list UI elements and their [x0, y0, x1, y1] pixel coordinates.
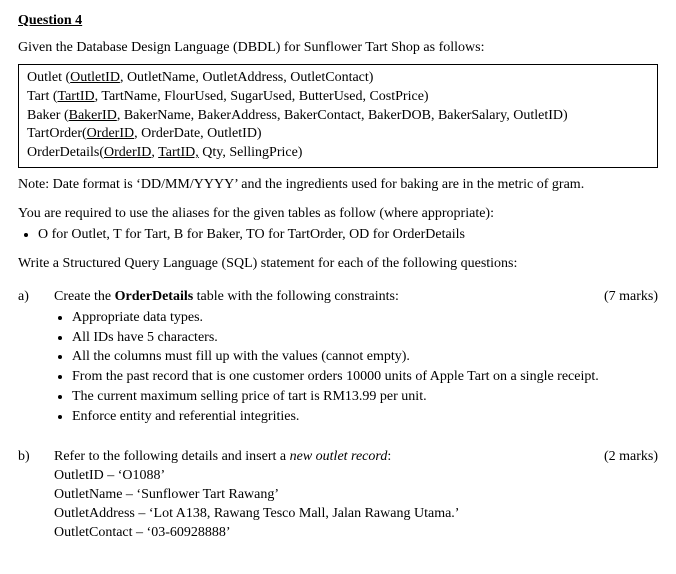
detail-line: OutletContact – ‘03-60928888’ [54, 524, 658, 543]
detail-line: OutletID – ‘O1088’ [54, 467, 658, 486]
part-b-label: b) [18, 448, 54, 467]
note-text: Note: Date format is ‘DD/MM/YYYY’ and th… [18, 176, 658, 195]
cols: , OutletName, OutletAddress, OutletConta… [120, 70, 374, 85]
intro-text: Given the Database Design Language (DBDL… [18, 39, 658, 58]
part-a-marks: (7 marks) [604, 288, 658, 307]
dbdl-outlet: Outlet (OutletID, OutletName, OutletAddr… [27, 69, 649, 88]
pk: OutletID [70, 70, 120, 85]
pk1: OrderID [104, 145, 151, 160]
table-name: Tart [27, 89, 49, 104]
dbdl-orderdetails: OrderDetails(OrderID, TartID, Qty, Selli… [27, 144, 649, 163]
detail-line: OutletName – ‘Sunflower Tart Rawang’ [54, 486, 658, 505]
table-name: Outlet [27, 70, 62, 85]
bullet: From the past record that is one custome… [72, 368, 658, 387]
pk: TartID [58, 89, 95, 104]
aliases-line: O for Outlet, T for Tart, B for Baker, T… [38, 226, 658, 245]
detail-line: OutletAddress – ‘Lot A138, Rawang Tesco … [54, 505, 658, 524]
bullet: All IDs have 5 characters. [72, 329, 658, 348]
pk: BakerID [69, 108, 117, 123]
lead-bold: OrderDetails [115, 289, 194, 304]
dbdl-box: Outlet (OutletID, OutletName, OutletAddr… [18, 64, 658, 168]
part-b-marks: (2 marks) [604, 448, 658, 467]
part-b: b) Refer to the following details and in… [18, 448, 658, 542]
lead-pre: Create the [54, 289, 115, 304]
lead-post: : [387, 449, 391, 464]
table-name: OrderDetails [27, 145, 99, 160]
table-name: Baker [27, 108, 60, 123]
sql-instruction: Write a Structured Query Language (SQL) … [18, 255, 658, 274]
part-a-label: a) [18, 288, 54, 307]
bullet: All the columns must fill up with the va… [72, 348, 658, 367]
dbdl-tart: Tart (TartID, TartName, FlourUsed, Sugar… [27, 88, 649, 107]
aliases-list: O for Outlet, T for Tart, B for Baker, T… [18, 226, 658, 245]
bullet: Appropriate data types. [72, 309, 658, 328]
cols: , TartName, FlourUsed, SugarUsed, Butter… [95, 89, 429, 104]
part-a: a) Create the OrderDetails table with th… [18, 288, 658, 428]
cols: Qty, SellingPrice) [199, 145, 303, 160]
lead-pre: Refer to the following details and inser… [54, 449, 290, 464]
dbdl-baker: Baker (BakerID, BakerName, BakerAddress,… [27, 107, 649, 126]
dbdl-tartorder: TartOrder(OrderID, OrderDate, OutletID) [27, 125, 649, 144]
pk: OrderID [87, 126, 134, 141]
table-name: TartOrder [27, 126, 82, 141]
lead-post: table with the following constraints: [193, 289, 399, 304]
part-a-bullets: Appropriate data types. All IDs have 5 c… [54, 309, 658, 427]
part-b-lead: Refer to the following details and inser… [54, 448, 391, 467]
question-title: Question 4 [18, 12, 658, 31]
bullet: The current maximum selling price of tar… [72, 388, 658, 407]
part-a-lead: Create the OrderDetails table with the f… [54, 288, 399, 307]
bullet: Enforce entity and referential integriti… [72, 408, 658, 427]
pk2: TartID, [158, 145, 199, 160]
lead-italic: new outlet record [290, 449, 388, 464]
cols: , OrderDate, OutletID) [134, 126, 262, 141]
cols: , BakerName, BakerAddress, BakerContact,… [117, 108, 568, 123]
aliases-intro: You are required to use the aliases for … [18, 205, 658, 224]
